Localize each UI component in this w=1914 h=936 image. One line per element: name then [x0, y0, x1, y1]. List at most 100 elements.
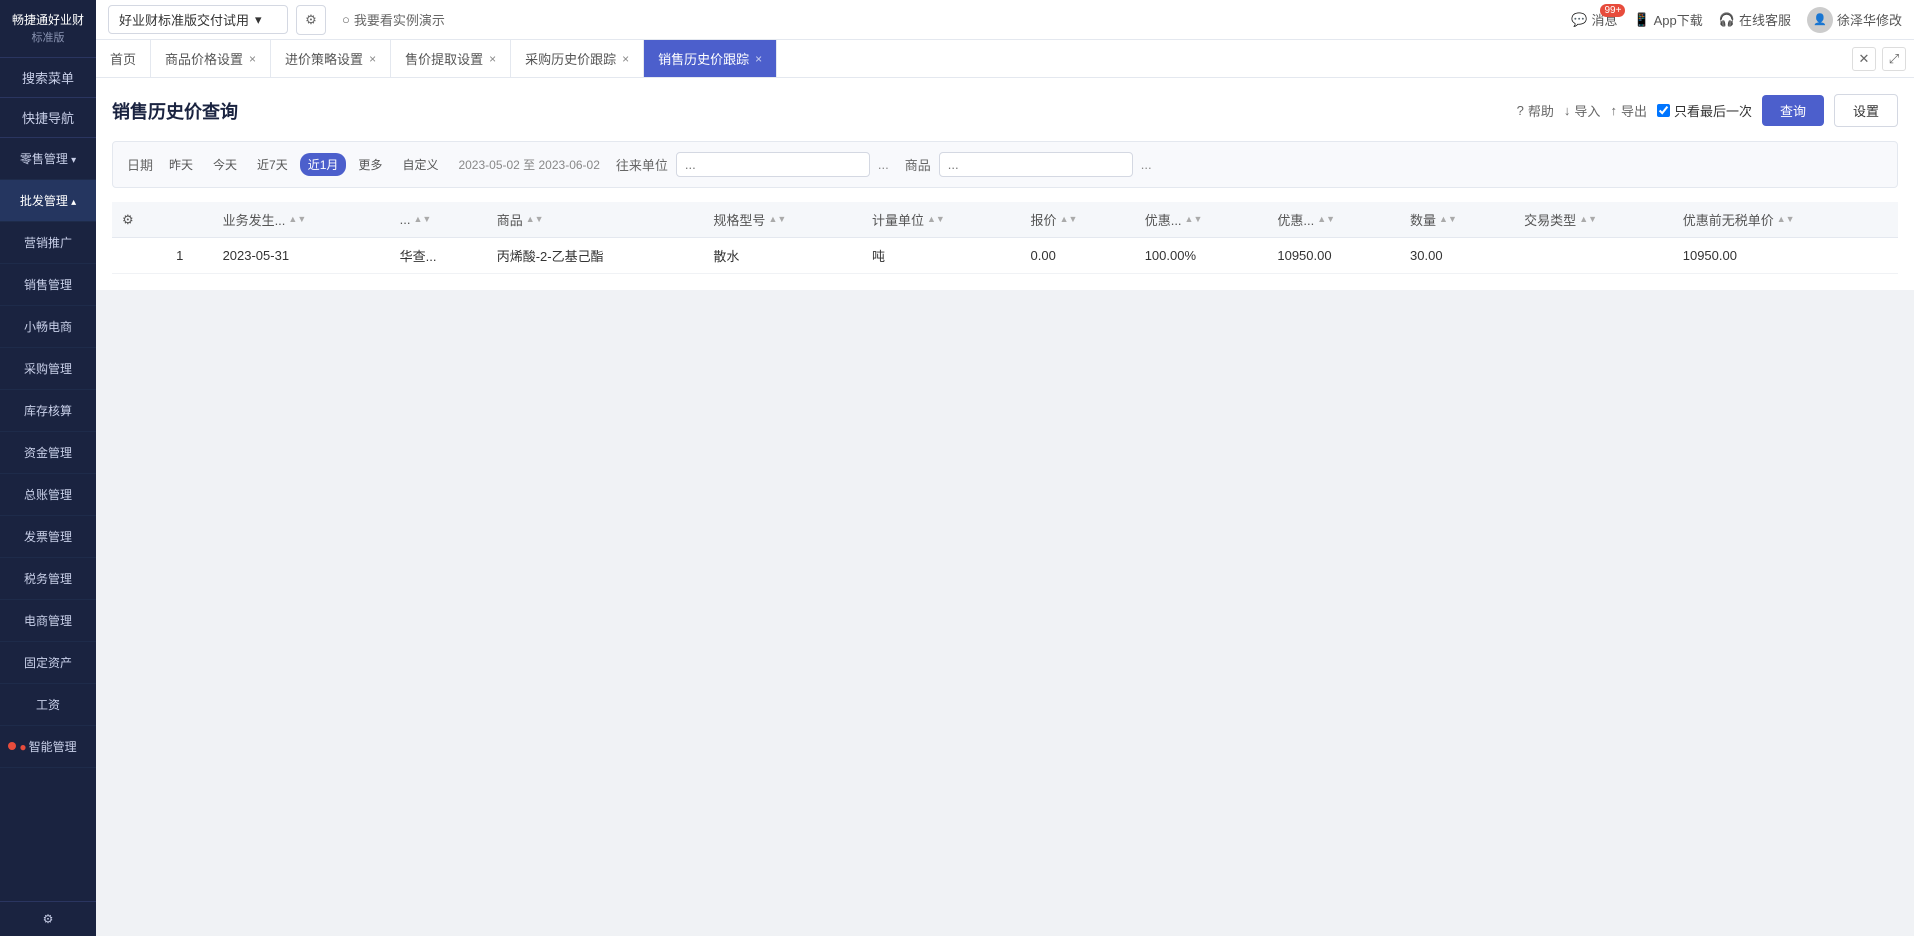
col-gear[interactable]: ⚙ [112, 202, 166, 238]
col-quote-sort[interactable]: 报价 ▲▼ [1031, 210, 1078, 229]
settings-button[interactable]: 设置 [1834, 94, 1898, 127]
product-sort-icon: ▲▼ [526, 215, 544, 224]
tab-maximize[interactable]: ⤢ [1882, 47, 1906, 71]
col-more-sort[interactable]: ... ▲▼ [400, 212, 432, 227]
sidebar-item-salary[interactable]: 工资 [0, 684, 96, 726]
col-biz-date-sort[interactable]: 业务发生... ▲▼ [223, 210, 307, 229]
demo-link[interactable]: ○ 我要看实例演示 [342, 10, 445, 29]
col-discount2-sort[interactable]: 优惠... ▲▼ [1277, 210, 1335, 229]
online-service-button[interactable]: 🎧 在线客服 [1719, 10, 1791, 29]
tab-price-extract[interactable]: 售价提取设置 × [391, 40, 511, 77]
tab-purchase-history-close[interactable]: × [622, 52, 629, 66]
row-more: 华查... [390, 238, 487, 274]
sidebar-item-assets[interactable]: 固定资产 [0, 642, 96, 684]
trans-type-sort-icon: ▲▼ [1579, 215, 1597, 224]
col-pretax-price-sort[interactable]: 优惠前无税单价 ▲▼ [1683, 210, 1795, 229]
col-spec-sort[interactable]: 规格型号 ▲▼ [713, 210, 786, 229]
row-pretax-price: 10950.00 [1673, 238, 1898, 274]
col-discount2[interactable]: 优惠... ▲▼ [1267, 202, 1400, 238]
tab-product-price-close[interactable]: × [249, 52, 256, 66]
product-more[interactable]: ... [1141, 157, 1152, 172]
sidebar-settings[interactable]: ⚙ [0, 901, 96, 936]
source-unit-input[interactable] [676, 152, 870, 177]
page-tools: ? 帮助 ↓ 导入 ↑ 导出 只看最后一次 查询 [1517, 94, 1898, 127]
col-quantity-sort[interactable]: 数量 ▲▼ [1410, 210, 1457, 229]
messages-badge: 99+ [1600, 4, 1625, 17]
export-button[interactable]: ↑ 导出 [1610, 101, 1647, 120]
tab-close-window[interactable]: ✕ [1852, 47, 1876, 71]
tab-sales-history-close[interactable]: × [755, 52, 762, 66]
page-title: 销售历史价查询 [112, 98, 238, 124]
date-btn-today[interactable]: 今天 [205, 153, 245, 176]
col-num [166, 202, 213, 238]
sidebar-item-invoice[interactable]: 发票管理 [0, 516, 96, 558]
sidebar-item-inventory[interactable]: 库存核算 [0, 390, 96, 432]
sidebar-item-ecommerce-small[interactable]: 小畅电商 [0, 306, 96, 348]
col-unit-sort[interactable]: 计量单位 ▲▼ [872, 210, 945, 229]
messages-button[interactable]: 💬 消息 99+ [1571, 10, 1617, 29]
smart-dot-icon: ● [19, 740, 26, 754]
biz-date-sort-icon: ▲▼ [288, 215, 306, 224]
import-icon: ↓ [1564, 103, 1571, 118]
sidebar-item-ecommerce[interactable]: 电商管理 [0, 600, 96, 642]
sidebar-quicknav[interactable]: 快捷导航 [0, 98, 96, 138]
sidebar-item-purchase[interactable]: 采购管理 [0, 348, 96, 390]
user-menu[interactable]: 👤 徐泽华修改 [1807, 7, 1902, 33]
product-selector[interactable]: 好业财标准版交付试用 ▾ [108, 5, 288, 34]
sidebar-item-smart[interactable]: ●智能管理 [0, 726, 96, 768]
sidebar-item-tax[interactable]: 税务管理 [0, 558, 96, 600]
logo-line2: 标准版 [8, 29, 88, 45]
online-service-label: 在线客服 [1739, 10, 1791, 29]
col-product[interactable]: 商品 ▲▼ [487, 202, 704, 238]
source-unit-more[interactable]: ... [878, 157, 889, 172]
content-area: 销售历史价查询 ? 帮助 ↓ 导入 ↑ 导出 [96, 78, 1914, 936]
sidebar-item-retail[interactable]: 零售管理 ▾ [0, 138, 96, 180]
col-product-sort[interactable]: 商品 ▲▼ [497, 210, 544, 229]
tab-home-label: 首页 [110, 49, 136, 68]
sidebar-item-wholesale[interactable]: 批发管理 ▴ [0, 180, 96, 222]
sidebar-item-ledger[interactable]: 总账管理 [0, 474, 96, 516]
query-button[interactable]: 查询 [1762, 95, 1824, 126]
tab-product-price[interactable]: 商品价格设置 × [151, 40, 271, 77]
tab-purchase-strategy-close[interactable]: × [369, 52, 376, 66]
import-button[interactable]: ↓ 导入 [1564, 101, 1601, 120]
sidebar-item-sales[interactable]: 销售管理 [0, 264, 96, 306]
sidebar-item-capital[interactable]: 资金管理 [0, 432, 96, 474]
help-button[interactable]: ? 帮助 [1517, 101, 1554, 120]
col-more[interactable]: ... ▲▼ [390, 202, 487, 238]
tab-purchase-strategy[interactable]: 进价策略设置 × [271, 40, 391, 77]
col-discount1[interactable]: 优惠... ▲▼ [1135, 202, 1268, 238]
pretax-price-sort-icon: ▲▼ [1777, 215, 1795, 224]
date-btn-more[interactable]: 更多 [350, 153, 390, 176]
topbar-settings-button[interactable]: ⚙ [296, 5, 326, 35]
tab-purchase-history[interactable]: 采购历史价跟踪 × [511, 40, 644, 77]
sidebar-search[interactable]: 搜索菜单 [0, 58, 96, 98]
col-quote[interactable]: 报价 ▲▼ [1021, 202, 1135, 238]
topbar-right: 💬 消息 99+ 📱 App下载 🎧 在线客服 👤 徐泽华修改 [1571, 7, 1902, 33]
product-name: 好业财标准版交付试用 [119, 10, 249, 29]
col-spec[interactable]: 规格型号 ▲▼ [703, 202, 862, 238]
tab-price-extract-close[interactable]: × [489, 52, 496, 66]
tab-home[interactable]: 首页 [96, 40, 151, 77]
col-discount1-sort[interactable]: 优惠... ▲▼ [1145, 210, 1203, 229]
last-only-checkbox-label[interactable]: 只看最后一次 [1657, 101, 1752, 120]
date-btn-custom[interactable]: 自定义 [394, 153, 446, 176]
sidebar-item-marketing[interactable]: 营销推广 [0, 222, 96, 264]
date-btn-7days[interactable]: 近7天 [249, 153, 296, 176]
col-pretax-price[interactable]: 优惠前无税单价 ▲▼ [1673, 202, 1898, 238]
settings-gear-icon: ⚙ [43, 912, 54, 926]
table-row[interactable]: 1 2023-05-31 华查... 丙烯酸-2-乙基己酯 散水 吨 0.00 … [112, 238, 1898, 274]
col-biz-date[interactable]: 业务发生... ▲▼ [213, 202, 390, 238]
page: 销售历史价查询 ? 帮助 ↓ 导入 ↑ 导出 [96, 78, 1914, 290]
import-label: 导入 [1574, 101, 1600, 120]
col-trans-type[interactable]: 交易类型 ▲▼ [1514, 202, 1673, 238]
last-only-checkbox[interactable] [1657, 104, 1670, 117]
col-quantity[interactable]: 数量 ▲▼ [1400, 202, 1514, 238]
tab-sales-history[interactable]: 销售历史价跟踪 × [644, 40, 777, 77]
product-input[interactable] [939, 152, 1133, 177]
date-btn-yesterday[interactable]: 昨天 [161, 153, 201, 176]
date-btn-1month[interactable]: 近1月 [300, 153, 347, 176]
app-download-button[interactable]: 📱 App下载 [1633, 10, 1702, 29]
col-trans-type-sort[interactable]: 交易类型 ▲▼ [1524, 210, 1597, 229]
col-unit[interactable]: 计量单位 ▲▼ [862, 202, 1021, 238]
